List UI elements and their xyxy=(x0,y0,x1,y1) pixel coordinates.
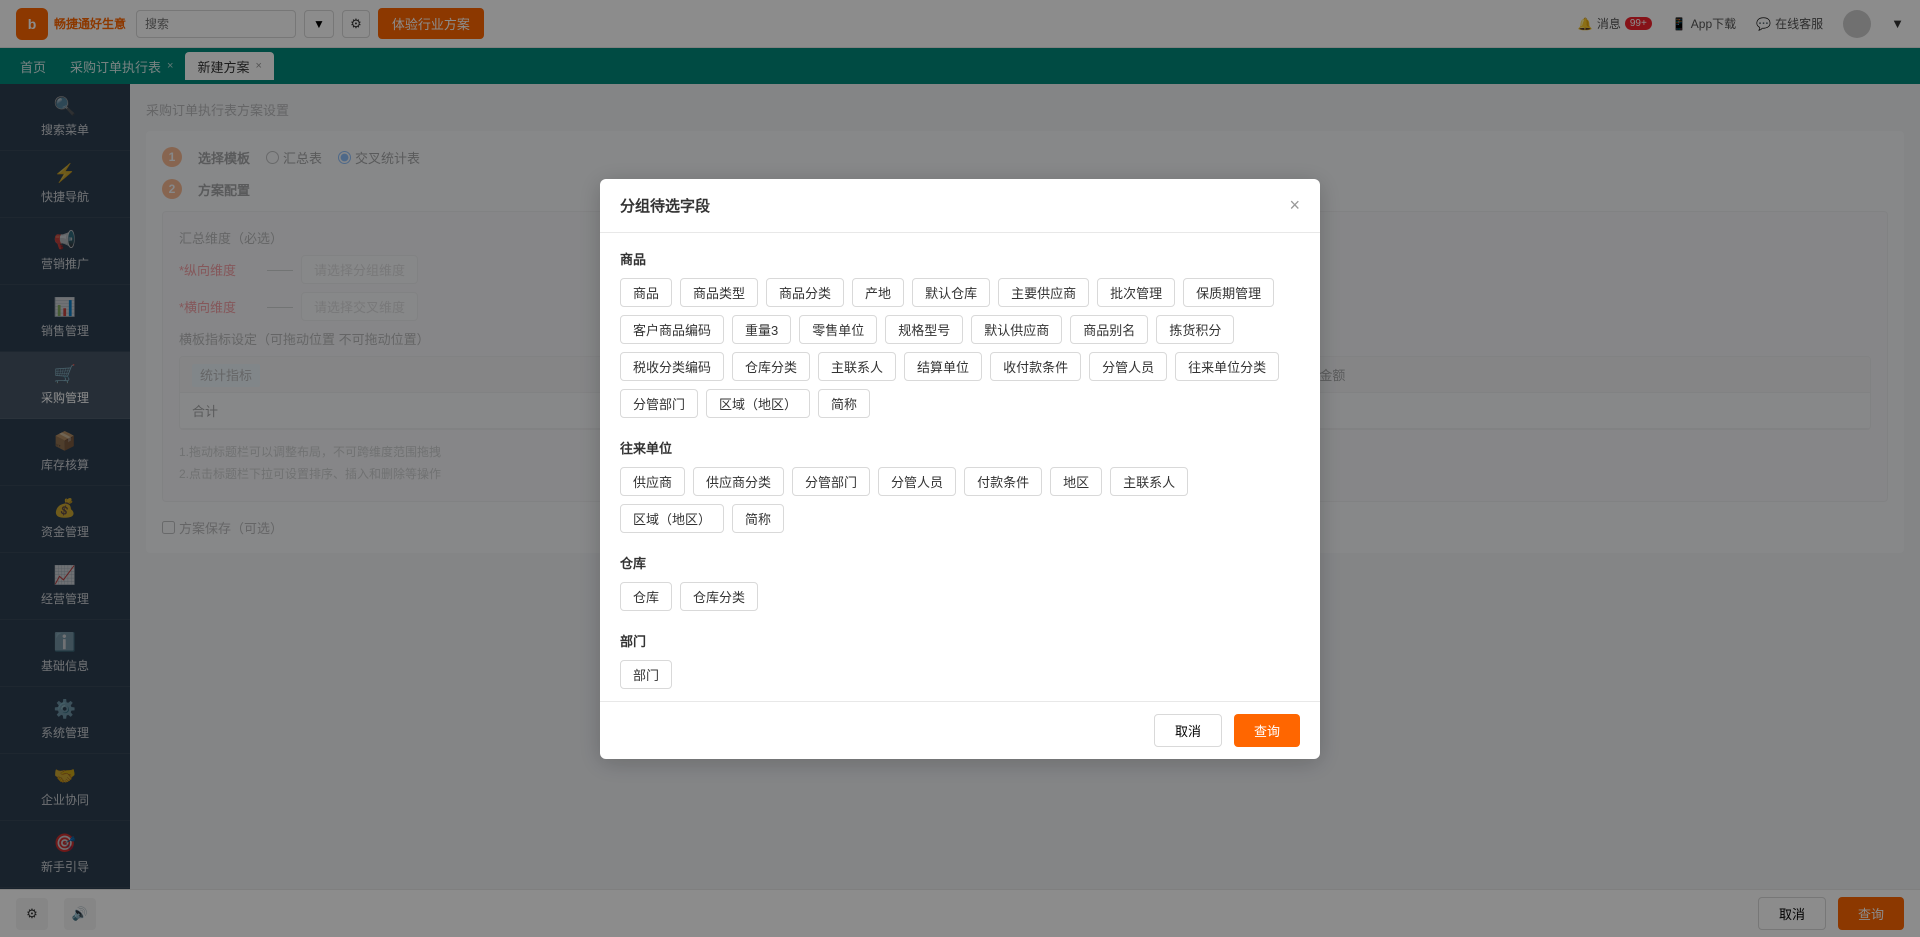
field-tag-goods-type[interactable]: 商品类型 xyxy=(680,278,758,307)
field-tag-warehouse[interactable]: 仓库 xyxy=(620,582,672,611)
modal-header: 分组待选字段 × xyxy=(600,179,1320,233)
field-tag-manage-dept[interactable]: 分管部门 xyxy=(620,389,698,418)
field-tag-batch-mgmt[interactable]: 批次管理 xyxy=(1097,278,1175,307)
modal-title: 分组待选字段 xyxy=(620,195,710,216)
field-tag-settle-unit[interactable]: 结算单位 xyxy=(904,352,982,381)
field-tag-supplier-category[interactable]: 供应商分类 xyxy=(693,467,784,496)
section-warehouse-tags: 仓库 仓库分类 xyxy=(620,582,1300,611)
field-tag-region-cp[interactable]: 地区 xyxy=(1050,467,1102,496)
field-tag-short-name-goods[interactable]: 简称 xyxy=(818,389,870,418)
field-tag-origin[interactable]: 产地 xyxy=(852,278,904,307)
field-tag-region2-cp[interactable]: 区域（地区） xyxy=(620,504,724,533)
field-tag-manager[interactable]: 分管人员 xyxy=(1089,352,1167,381)
section-counterpart-tags: 供应商 供应商分类 分管部门 分管人员 付款条件 地区 主联系人 区域（地区） … xyxy=(620,467,1300,533)
field-tag-shortname-cp[interactable]: 简称 xyxy=(732,504,784,533)
field-tag-warehouse-category[interactable]: 仓库分类 xyxy=(732,352,810,381)
section-dept: 部门 部门 xyxy=(620,631,1300,689)
section-warehouse: 仓库 仓库 仓库分类 xyxy=(620,553,1300,611)
modal-footer: 取消 查询 xyxy=(600,701,1320,759)
section-dept-tags: 部门 xyxy=(620,660,1300,689)
field-tag-dept-cp[interactable]: 分管部门 xyxy=(792,467,870,496)
field-tag-expiry-mgmt[interactable]: 保质期管理 xyxy=(1183,278,1274,307)
section-goods-title: 商品 xyxy=(620,249,1300,268)
section-counterpart-title: 往来单位 xyxy=(620,438,1300,457)
modal-close-button[interactable]: × xyxy=(1289,196,1300,214)
field-tag-main-contact[interactable]: 主联系人 xyxy=(818,352,896,381)
field-tag-dept[interactable]: 部门 xyxy=(620,660,672,689)
field-tag-weight3[interactable]: 重量3 xyxy=(732,315,791,344)
field-tag-payment-terms[interactable]: 收付款条件 xyxy=(990,352,1081,381)
section-warehouse-title: 仓库 xyxy=(620,553,1300,572)
field-tag-retail-unit[interactable]: 零售单位 xyxy=(799,315,877,344)
section-counterpart: 往来单位 供应商 供应商分类 分管部门 分管人员 付款条件 地区 主联系人 区域… xyxy=(620,438,1300,533)
field-tag-goods-category[interactable]: 商品分类 xyxy=(766,278,844,307)
field-tag-spec-model[interactable]: 规格型号 xyxy=(885,315,963,344)
modal-cancel-button[interactable]: 取消 xyxy=(1154,714,1222,747)
field-tag-default-warehouse[interactable]: 默认仓库 xyxy=(912,278,990,307)
section-goods: 商品 商品 商品类型 商品分类 产地 默认仓库 主要供应商 批次管理 保质期管理… xyxy=(620,249,1300,418)
section-dept-title: 部门 xyxy=(620,631,1300,650)
modal-body: 商品 商品 商品类型 商品分类 产地 默认仓库 主要供应商 批次管理 保质期管理… xyxy=(600,233,1320,701)
modal-overlay: 分组待选字段 × 商品 商品 商品类型 商品分类 产地 默认仓库 主要供应商 批… xyxy=(0,0,1920,937)
field-tag-pick-points[interactable]: 拣货积分 xyxy=(1156,315,1234,344)
field-tag-customer-code[interactable]: 客户商品编码 xyxy=(620,315,724,344)
field-tag-goods[interactable]: 商品 xyxy=(620,278,672,307)
field-tag-goods-alias[interactable]: 商品别名 xyxy=(1070,315,1148,344)
field-tag-main-supplier[interactable]: 主要供应商 xyxy=(998,278,1089,307)
field-tag-warehouse-cat[interactable]: 仓库分类 xyxy=(680,582,758,611)
field-tag-supplier[interactable]: 供应商 xyxy=(620,467,685,496)
section-goods-tags: 商品 商品类型 商品分类 产地 默认仓库 主要供应商 批次管理 保质期管理 客户… xyxy=(620,278,1300,418)
field-tag-manager-cp[interactable]: 分管人员 xyxy=(878,467,956,496)
modal-confirm-button[interactable]: 查询 xyxy=(1234,714,1300,747)
field-tag-tax-code[interactable]: 税收分类编码 xyxy=(620,352,724,381)
field-tag-counterpart-category[interactable]: 往来单位分类 xyxy=(1175,352,1279,381)
field-selection-modal: 分组待选字段 × 商品 商品 商品类型 商品分类 产地 默认仓库 主要供应商 批… xyxy=(600,179,1320,759)
field-tag-default-supplier[interactable]: 默认供应商 xyxy=(971,315,1062,344)
field-tag-contact-cp[interactable]: 主联系人 xyxy=(1110,467,1188,496)
field-tag-payment-condition[interactable]: 付款条件 xyxy=(964,467,1042,496)
field-tag-region-goods[interactable]: 区域（地区） xyxy=(706,389,810,418)
